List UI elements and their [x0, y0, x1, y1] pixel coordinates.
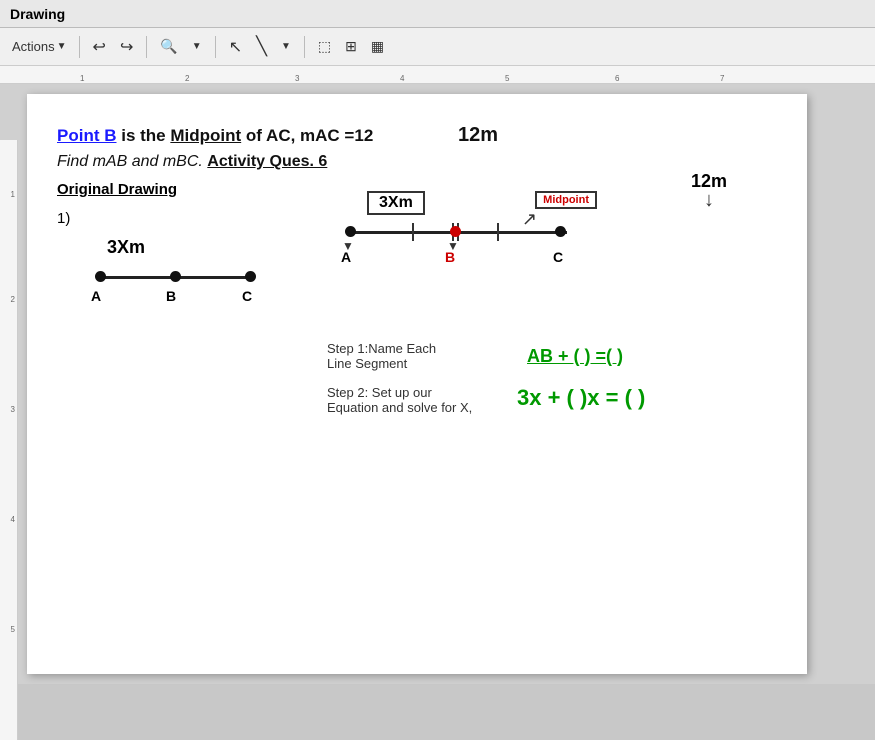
right-section: 12m ↓ 3Xm Midpoint ↗	[327, 181, 777, 415]
right-letter-b: B	[445, 249, 455, 265]
lasso-icon[interactable]: ⬚	[313, 36, 336, 57]
ruler-mark-5: 5	[505, 74, 509, 83]
point-b-text: Point B	[57, 126, 117, 145]
main-title: Point B is the Midpoint of AC, mAC =12 1…	[57, 124, 777, 147]
ruler-mark-3: 3	[295, 74, 299, 83]
ruler-mark-1: 1	[80, 74, 84, 83]
step1-label: Step 1:Name EachLine Segment	[327, 341, 497, 371]
right-dot-a	[345, 226, 356, 237]
line-dropdown-icon[interactable]: ▼	[276, 39, 296, 54]
midpoint-arrow: ↗	[522, 209, 537, 230]
horizontal-ruler: 1 2 3 4 5 6 7	[0, 66, 875, 84]
toolbar-separator-4	[304, 36, 305, 58]
ruler-mark-4: 4	[400, 74, 404, 83]
box-3xm: 3Xm	[367, 191, 425, 215]
dot-a	[95, 271, 106, 282]
toolbar-separator-3	[215, 36, 216, 58]
canvas-area: 1 2 3 4 5 Point B is the Midpoint of AC,…	[0, 84, 875, 684]
dot-c	[245, 271, 256, 282]
is-the-text: is the	[121, 126, 170, 145]
side-ruler-mark-5: 5	[11, 625, 15, 634]
left-segment-drawing: A B C	[87, 264, 267, 314]
left-section: Original Drawing 1) 3Xm A B	[57, 181, 317, 314]
measure-12m: 12m	[458, 124, 498, 146]
step2-equation: 3x + ( )x = ( )	[517, 385, 645, 411]
ruler-mark-7: 7	[720, 74, 724, 83]
letter-c-left: C	[242, 288, 252, 304]
app-title: Drawing	[10, 6, 65, 22]
cursor-icon[interactable]: ↖	[224, 35, 247, 59]
document-page: Point B is the Midpoint of AC, mAC =12 1…	[27, 94, 807, 674]
toolbar-separator-2	[146, 36, 147, 58]
down-arrow: ↓	[704, 192, 714, 208]
toolbar: Actions ▼ ↩ ↪ 🔍 ▼ ↖ ╲ ▼ ⬚ ⊞ ▦	[0, 28, 875, 66]
letter-a-left: A	[91, 288, 101, 304]
step2-row: Step 2: Set up ourEquation and solve for…	[327, 385, 777, 415]
activity-ques-text: Activity Ques. 6	[207, 153, 327, 170]
actions-arrow: ▼	[57, 41, 67, 52]
letter-b-left: B	[166, 288, 176, 304]
step1-equation: AB + ( ) =( )	[527, 346, 623, 367]
right-dot-c	[555, 226, 566, 237]
steps-section: Step 1:Name EachLine Segment AB + ( ) =(…	[327, 341, 777, 415]
actions-label: Actions	[12, 39, 55, 54]
right-letter-a: A	[341, 249, 351, 265]
dropdown-arrow[interactable]: ▼	[187, 39, 207, 54]
step2-label: Step 2: Set up ourEquation and solve for…	[327, 385, 497, 415]
search-icon[interactable]: 🔍	[155, 36, 182, 57]
side-ruler-mark-4: 4	[11, 515, 15, 524]
find-mab-text: Find mAB and mBC.	[57, 153, 203, 170]
top-measure-container: 12m ↓	[691, 171, 727, 208]
right-segment-drawing: 3Xm Midpoint ↗	[337, 191, 597, 261]
original-drawing-label: Original Drawing	[57, 181, 317, 198]
midpoint-label: Midpoint	[535, 191, 597, 209]
redo-icon[interactable]: ↪	[115, 35, 138, 59]
left-3xm-label: 3Xm	[107, 237, 317, 258]
line-draw-icon[interactable]: ╲	[251, 34, 272, 59]
problem-number: 1)	[57, 210, 317, 227]
actions-menu[interactable]: Actions ▼	[8, 37, 71, 56]
of-ac-text: of AC, mAC =12	[246, 126, 373, 145]
vertical-ruler: 1 2 3 4 5	[0, 140, 18, 740]
toolbar-separator-1	[79, 36, 80, 58]
undo-icon[interactable]: ↩	[88, 35, 111, 59]
app-title-bar: Drawing	[0, 0, 875, 28]
side-ruler-mark-2: 2	[11, 295, 15, 304]
step1-row: Step 1:Name EachLine Segment AB + ( ) =(…	[327, 341, 777, 371]
side-ruler-mark-3: 3	[11, 405, 15, 414]
dot-b	[170, 271, 181, 282]
ruler-mark-2: 2	[185, 74, 189, 83]
right-letter-c: C	[553, 249, 563, 265]
side-ruler-mark-1: 1	[11, 190, 15, 199]
table-icon[interactable]: ⊞	[340, 36, 362, 57]
image-icon[interactable]: ▦	[366, 36, 389, 57]
midpoint-text: Midpoint	[170, 126, 241, 145]
ruler-mark-6: 6	[615, 74, 619, 83]
tick-left	[412, 223, 414, 241]
right-dot-b	[450, 226, 461, 237]
subtitle: Find mAB and mBC. Activity Ques. 6	[57, 153, 777, 171]
tick-right	[497, 223, 499, 241]
